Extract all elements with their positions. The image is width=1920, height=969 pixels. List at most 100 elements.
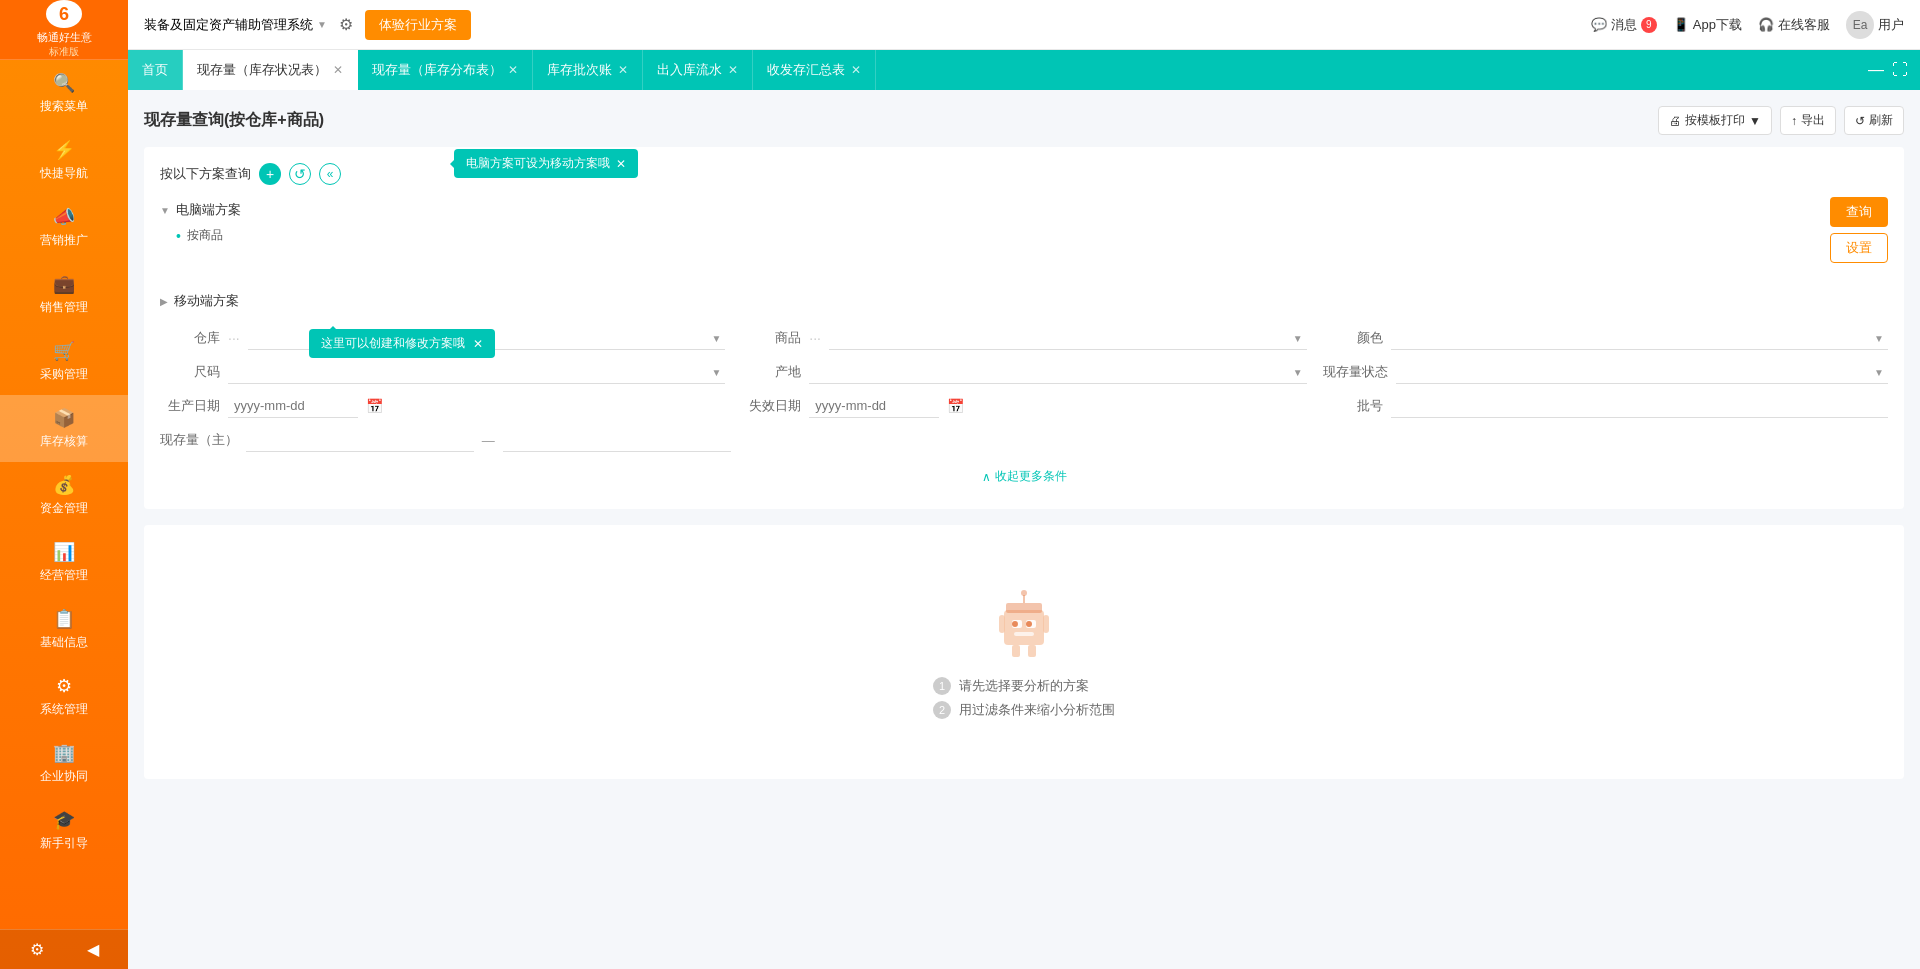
filter-prod-date: 生产日期 📅 — [160, 394, 725, 418]
edit-tooltip-close-btn[interactable]: ✕ — [473, 337, 483, 351]
message-btn[interactable]: 💬 消息 9 — [1591, 16, 1657, 34]
tab-close-inventory-status[interactable]: ✕ — [333, 63, 343, 77]
filter-origin: 产地 ▼ — [741, 360, 1306, 384]
filter-stock-main: 现存量（主） — — [160, 428, 731, 452]
tab-receive-send[interactable]: 收发存汇总表 ✕ — [753, 50, 876, 90]
stock-main-from[interactable] — [246, 428, 474, 452]
sidebar-item-label: 搜索菜单 — [40, 98, 88, 115]
app-download-icon: 📱 — [1673, 17, 1689, 32]
filter-back-btn[interactable]: « — [319, 163, 341, 185]
export-btn[interactable]: ↑ 导出 — [1780, 106, 1836, 135]
size-input[interactable] — [228, 360, 725, 384]
app-download-btn[interactable]: 📱 App下载 — [1673, 16, 1742, 34]
setting-btn[interactable]: 设置 — [1830, 233, 1888, 263]
tab-in-out-flow-label: 出入库流水 — [657, 61, 722, 79]
sidebar-item-purchase[interactable]: 🛒 采购管理 — [0, 328, 128, 395]
user-btn[interactable]: Ea 用户 — [1846, 11, 1904, 39]
print-btn[interactable]: 🖨 按模板打印 ▼ — [1658, 106, 1772, 135]
empty-steps: 1 请先选择要分析的方案 2 用过滤条件来缩小分析范围 — [933, 677, 1115, 719]
pc-scheme-item[interactable]: ▼ 电脑端方案 — [160, 197, 1888, 223]
filter-goods: 商品 ··· ▼ — [741, 326, 1306, 350]
color-input[interactable] — [1391, 326, 1888, 350]
tab-close-batch-account[interactable]: ✕ — [618, 63, 628, 77]
system-selector[interactable]: 装备及固定资产辅助管理系统 ▼ — [144, 16, 327, 34]
refresh-icon: ↺ — [1855, 114, 1865, 128]
sidebar-item-quick-nav[interactable]: ⚡ 快捷导航 — [0, 127, 128, 194]
page-content: 现存量查询(按仓库+商品) 🖨 按模板打印 ▼ ↑ 导出 ↺ 刷新 — [128, 90, 1920, 969]
tab-minimize-icon[interactable]: — — [1868, 61, 1884, 79]
tab-expand-icon[interactable]: ⛶ — [1892, 61, 1908, 79]
online-service-btn[interactable]: 🎧 在线客服 — [1758, 16, 1830, 34]
filter-row-3: 生产日期 📅 失效日期 📅 批号 — [160, 394, 1888, 418]
sidebar-item-sales[interactable]: 💼 销售管理 — [0, 261, 128, 328]
refresh-btn[interactable]: ↺ 刷新 — [1844, 106, 1904, 135]
stock-status-input[interactable] — [1396, 360, 1888, 384]
tab-inventory-status[interactable]: 现存量（库存状况表） ✕ — [183, 50, 358, 90]
step-1-label: 请先选择要分析的方案 — [959, 677, 1089, 695]
goods-input[interactable] — [829, 326, 1307, 350]
goods-select-wrapper: ▼ — [829, 326, 1307, 350]
sidebar-collapse-icon[interactable]: ◀ — [87, 940, 99, 959]
edit-scheme-text: 这里可以创建和修改方案哦 — [321, 335, 465, 352]
prod-date-input[interactable] — [228, 394, 358, 418]
print-icon: 🖨 — [1669, 114, 1681, 128]
sidebar-item-marketing[interactable]: 📣 营销推广 — [0, 194, 128, 261]
logo-badge: 标准版 — [49, 45, 79, 59]
sidebar-item-basic-info[interactable]: 📋 基础信息 — [0, 596, 128, 663]
sidebar-item-label: 快捷导航 — [40, 165, 88, 182]
tab-close-inventory-dist[interactable]: ✕ — [508, 63, 518, 77]
mobile-scheme-item[interactable]: ▶ 移动端方案 — [160, 288, 1888, 314]
sidebar-item-inventory[interactable]: 📦 库存核算 — [0, 395, 128, 462]
stock-main-to[interactable] — [503, 428, 731, 452]
sidebar-nav: 🔍 搜索菜单 ⚡ 快捷导航 📣 营销推广 💼 销售管理 🛒 采购管理 📦 库存核… — [0, 60, 128, 929]
collapse-bar[interactable]: ∧ 收起更多条件 — [160, 460, 1888, 493]
tab-close-receive-send[interactable]: ✕ — [851, 63, 861, 77]
filter-refresh-btn[interactable]: ↺ — [289, 163, 311, 185]
sidebar-item-enterprise[interactable]: 🏢 企业协同 — [0, 730, 128, 797]
sidebar-item-label: 系统管理 — [40, 701, 88, 718]
tab-receive-send-label: 收发存汇总表 — [767, 61, 845, 79]
sidebar-item-search[interactable]: 🔍 搜索菜单 — [0, 60, 128, 127]
topbar-left: 装备及固定资产辅助管理系统 ▼ ⚙ 体验行业方案 — [144, 10, 471, 40]
origin-input[interactable] — [809, 360, 1306, 384]
pc-scheme-sub[interactable]: • 按商品 — [160, 223, 1888, 248]
sidebar-item-guide[interactable]: 🎓 新手引导 — [0, 797, 128, 864]
sidebar-settings-icon[interactable]: ⚙ — [30, 940, 44, 959]
exp-date-calendar-icon[interactable]: 📅 — [947, 398, 964, 414]
goods-dots: ··· — [809, 330, 821, 346]
tab-in-out-flow[interactable]: 出入库流水 ✕ — [643, 50, 753, 90]
tab-home-label: 首页 — [142, 61, 168, 79]
scheme-tree: ▼ 电脑端方案 • 按商品 这里可以创建和修改方案哦 ✕ ▶ 移动端方案 — [160, 197, 1888, 314]
sidebar-item-label: 经营管理 — [40, 567, 88, 584]
query-btn[interactable]: 查询 — [1830, 197, 1888, 227]
filter-right-actions: 查询 设置 — [1830, 197, 1888, 263]
sidebar-item-label: 企业协同 — [40, 768, 88, 785]
logo-icon: 6 — [46, 0, 82, 28]
system-icon: ⚙ — [56, 675, 72, 697]
prod-date-calendar-icon[interactable]: 📅 — [366, 398, 383, 414]
avatar: Ea — [1846, 11, 1874, 39]
tab-home[interactable]: 首页 — [128, 50, 183, 90]
app-download-label: App下载 — [1693, 16, 1742, 34]
operations-icon: 📊 — [53, 541, 75, 563]
export-icon: ↑ — [1791, 114, 1797, 128]
tab-inventory-dist[interactable]: 现存量（库存分布表） ✕ — [358, 50, 533, 90]
tooltip-close-btn[interactable]: ✕ — [616, 157, 626, 171]
exp-date-input[interactable] — [809, 394, 939, 418]
settings-gear-icon[interactable]: ⚙ — [339, 15, 353, 34]
sidebar-item-finance[interactable]: 💰 资金管理 — [0, 462, 128, 529]
empty-state: 1 请先选择要分析的方案 2 用过滤条件来缩小分析范围 — [144, 525, 1904, 779]
refresh-label: 刷新 — [1869, 112, 1893, 129]
tab-batch-account[interactable]: 库存批次账 ✕ — [533, 50, 643, 90]
svg-point-4 — [1026, 621, 1032, 627]
solution-btn[interactable]: 体验行业方案 — [365, 10, 471, 40]
system-name: 装备及固定资产辅助管理系统 — [144, 16, 313, 34]
page-actions: 🖨 按模板打印 ▼ ↑ 导出 ↺ 刷新 — [1658, 106, 1904, 135]
tab-close-in-out-flow[interactable]: ✕ — [728, 63, 738, 77]
sidebar-item-system[interactable]: ⚙ 系统管理 — [0, 663, 128, 730]
sidebar-item-operations[interactable]: 📊 经营管理 — [0, 529, 128, 596]
filter-add-btn[interactable]: + — [259, 163, 281, 185]
batch-input[interactable] — [1391, 394, 1888, 418]
tab-inventory-dist-label: 现存量（库存分布表） — [372, 61, 502, 79]
svg-point-3 — [1012, 621, 1018, 627]
